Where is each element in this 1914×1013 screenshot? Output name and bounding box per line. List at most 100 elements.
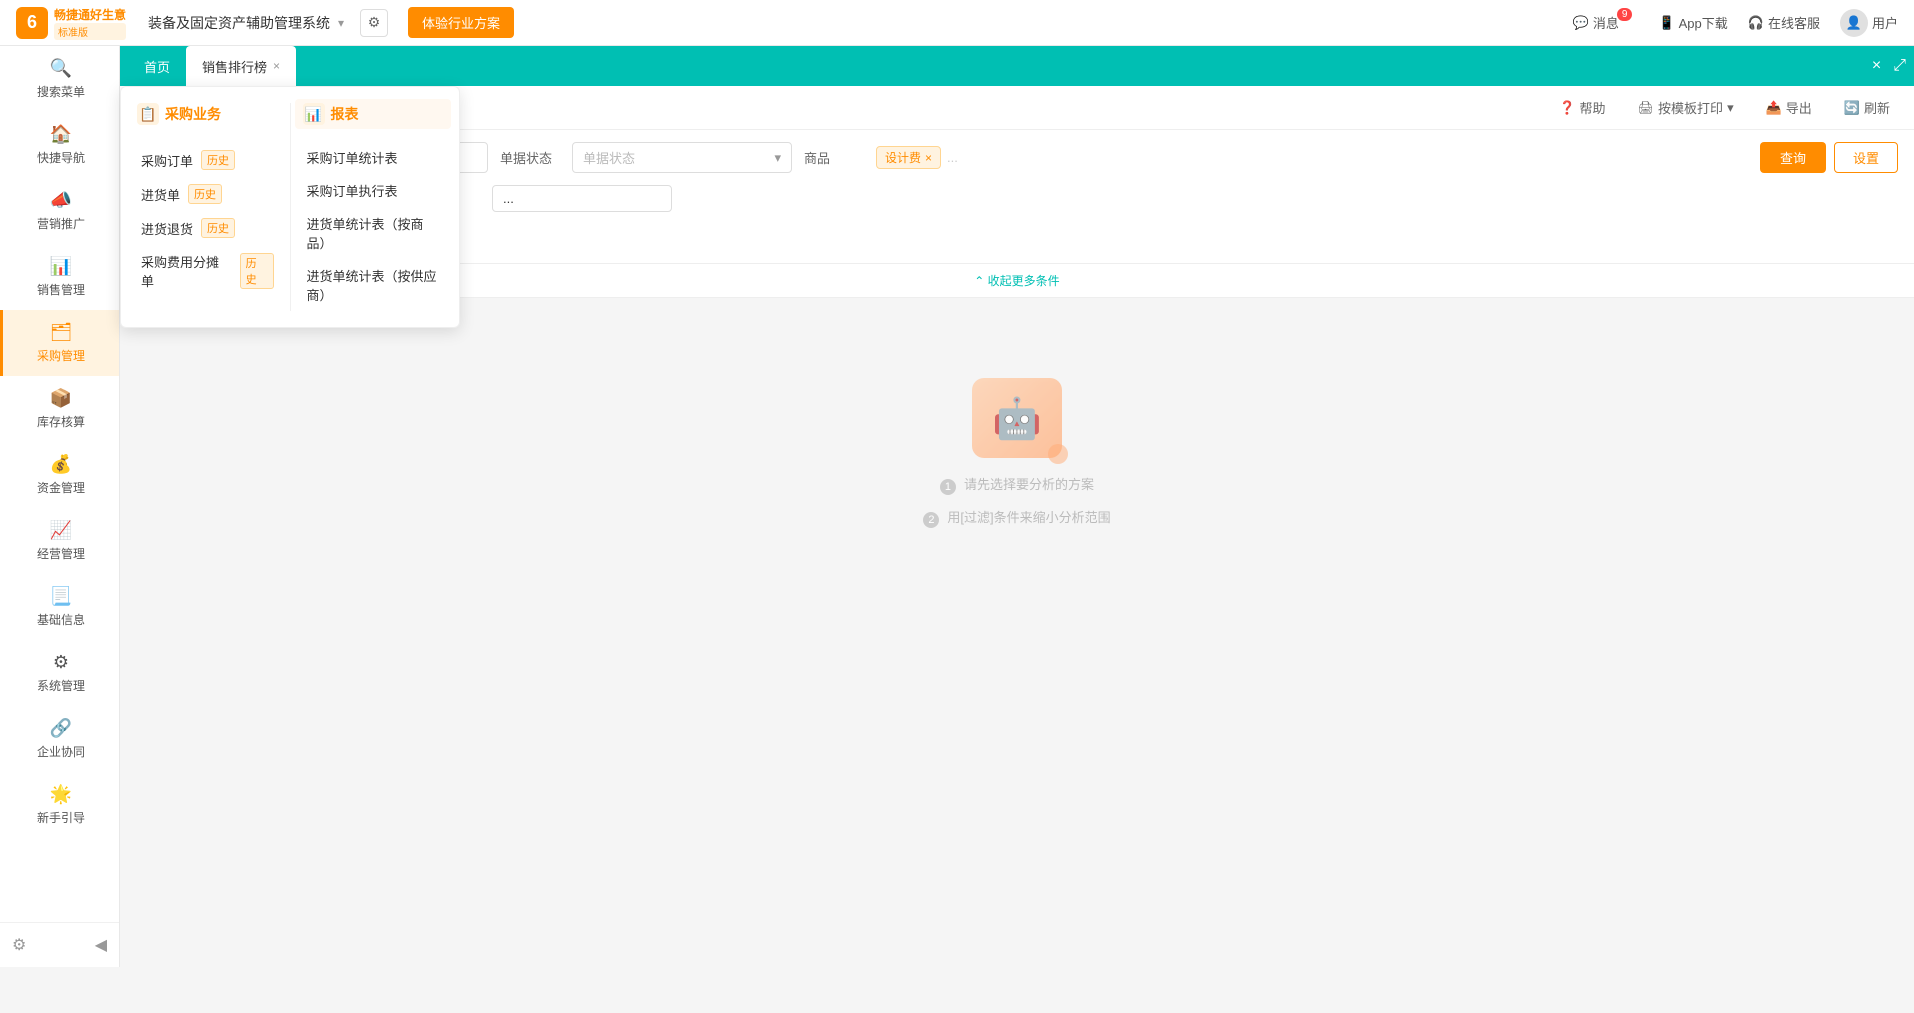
sidebar-item-basic[interactable]: 📃 基础信息 [0,574,119,640]
robot-dot-icon [1048,444,1068,464]
tab-bar-right: × ⤢ [1872,57,1906,75]
tab-close-button[interactable]: × [1872,57,1881,75]
dropdown-col-purchase: 📋 采购业务 采购订单 历史 进货单 历史 进货退货 历史 采购费用分摊单 历史 [137,103,278,311]
goods-tag-close-icon[interactable]: × [925,151,932,165]
finance-icon: 💰 [50,454,72,475]
logo-area: 6 畅捷通好生意 标准版 [16,6,136,40]
logo-icon: 6 [16,7,48,39]
goods-filter-area: 设计费 × ... [876,146,958,169]
menu-item-receipt-stat-supplier[interactable]: 进货单统计表（按供应商） [303,259,444,311]
sidebar-item-purchase[interactable]: 🗂 采购管理 [0,310,119,376]
goods-tag[interactable]: 设计费 × [876,146,941,169]
menu-item-receipt-stat-goods[interactable]: 进货单统计表（按商品） [303,207,444,259]
sidebar-collapse-button[interactable]: ◀ [95,935,107,955]
sales-icon: 📊 [50,256,72,277]
hint-2-icon: 2 [923,512,939,528]
sidebar-item-quick-nav[interactable]: 🏠 快捷导航 [0,112,119,178]
sidebar-bottom: ⚙ ◀ [0,922,119,967]
dropdown-divider [290,103,291,311]
empty-hint-2: 用[过滤]条件来缩小分析范围 [947,507,1110,526]
purchase-col-icon: 📋 [137,103,159,125]
headset-icon: 🎧 [1748,15,1764,31]
toolbar-actions: ❓ 帮助 🖨 按模板打印 ▾ 📤 导出 🔄 刷新 [1551,94,1898,121]
empty-hint-1: 请先选择要分析的方案 [964,474,1094,493]
sidebar-item-sales[interactable]: 📊 销售管理 [0,244,119,310]
tab-home[interactable]: 首页 [128,46,186,86]
sidebar-item-operations[interactable]: 📈 经营管理 [0,508,119,574]
system-title-text: 装备及固定资产辅助管理系统 [148,13,330,33]
sidebar-item-guide[interactable]: 🌟 新手引导 [0,772,119,838]
dropdown-menu: 📋 采购业务 采购订单 历史 进货单 历史 进货退货 历史 采购费用分摊单 历史 [120,86,460,328]
inventory-icon: 📦 [50,388,72,409]
refresh-button[interactable]: 🔄 刷新 [1836,94,1898,121]
goods-dots[interactable]: ... [947,150,958,165]
message-button[interactable]: 💬 消息 9 [1573,13,1639,32]
logo-text: 畅捷通好生意 标准版 [54,6,126,40]
empty-state: 🤖 1 请先选择要分析的方案 2 用[过滤]条件来缩小分析范围 [120,298,1914,612]
phone-icon: 📱 [1658,15,1674,31]
empty-hint-2-row: 2 用[过滤]条件来缩小分析范围 [923,507,1110,532]
tab-sales-rank[interactable]: 销售排行榜 × [186,46,296,86]
settings-button[interactable]: 设置 [1834,142,1898,173]
app-download-button[interactable]: 📱 App下载 [1658,13,1727,32]
help-button[interactable]: ❓ 帮助 [1551,94,1613,121]
doc-status-chevron-icon: ▾ [774,150,781,166]
header-right: 💬 消息 9 📱 App下载 🎧 在线客服 👤 用户 [1573,9,1898,37]
sidebar-item-system[interactable]: ⚙ 系统管理 [0,640,119,706]
print-chevron-icon: ▾ [1727,100,1734,116]
basic-icon: 📃 [50,586,72,607]
sidebar-item-finance[interactable]: 💰 资金管理 [0,442,119,508]
menu-item-purchase-order[interactable]: 采购订单 历史 [137,143,278,177]
user-menu-button[interactable]: 👤 用户 [1840,9,1898,37]
menu-item-expense[interactable]: 采购费用分摊单 历史 [137,245,278,297]
tab-bar: 首页 销售排行榜 × × ⤢ [120,46,1914,86]
menu-item-receipt[interactable]: 进货单 历史 [137,177,278,211]
gear-button[interactable]: ⚙ [360,9,388,37]
sidebar-item-search[interactable]: 🔍 搜索菜单 [0,46,119,112]
sales-person-input[interactable]: ... [492,185,672,212]
dropdown-col-purchase-header: 📋 采购业务 [137,103,278,131]
menu-item-return[interactable]: 进货退货 历史 [137,211,278,245]
logo-badge: 标准版 [54,23,126,40]
guide-icon: 🌟 [50,784,72,805]
export-button[interactable]: 📤 导出 [1758,94,1820,121]
robot-icon: 🤖 [972,378,1062,458]
goods-label: 商品 [804,148,864,167]
purchase-icon: 🗂 [50,322,73,343]
message-badge: 9 [1617,8,1633,21]
sidebar: 🔍 搜索菜单 🏠 快捷导航 📣 营销推广 📊 销售管理 🗂 采购管理 📦 库存核… [0,46,120,967]
refresh-icon: 🔄 [1844,100,1860,116]
menu-item-purchase-order-exec[interactable]: 采购订单执行表 [303,174,444,207]
print-icon: 🖨 [1638,100,1655,116]
empty-icon-area: 🤖 [972,378,1062,458]
report-col-icon: 📊 [303,103,325,125]
export-icon: 📤 [1766,100,1782,116]
system-chevron-icon[interactable]: ▾ [338,16,344,30]
hint-1-icon: 1 [940,479,956,495]
marketing-icon: 📣 [50,190,72,211]
operations-icon: 📈 [50,520,72,541]
sales-person-dots: ... [503,191,514,206]
industry-button[interactable]: 体验行业方案 [408,7,514,38]
search-icon: 🔍 [50,58,72,79]
online-service-button[interactable]: 🎧 在线客服 [1748,13,1820,32]
tab-expand-button[interactable]: ⤢ [1893,57,1906,75]
sidebar-item-marketing[interactable]: 📣 营销推广 [0,178,119,244]
empty-hint-1-row: 1 请先选择要分析的方案 [940,474,1094,499]
system-title-area: 装备及固定资产辅助管理系统 ▾ ⚙ 体验行业方案 [148,7,514,38]
help-icon: ❓ [1559,100,1575,116]
home-icon: 🏠 [50,124,72,145]
print-button[interactable]: 🖨 按模板打印 ▾ [1630,94,1742,121]
dropdown-col-report: 📊 报表 采购订单统计表 采购订单执行表 进货单统计表（按商品） 进货单统计表（… [303,103,444,311]
menu-item-purchase-order-stat[interactable]: 采购订单统计表 [303,141,444,174]
dropdown-col-report-header: 📊 报表 [295,99,452,129]
message-icon: 💬 [1573,15,1589,31]
cooperation-icon: 🔗 [50,718,72,739]
tab-close-icon[interactable]: × [273,59,280,73]
doc-status-input[interactable]: 单据状态 ▾ [572,142,792,173]
user-avatar: 👤 [1840,9,1868,37]
sidebar-settings-button[interactable]: ⚙ [12,935,26,955]
sidebar-item-inventory[interactable]: 📦 库存核算 [0,376,119,442]
sidebar-item-cooperation[interactable]: 🔗 企业协同 [0,706,119,772]
query-button[interactable]: 查询 [1760,142,1826,173]
